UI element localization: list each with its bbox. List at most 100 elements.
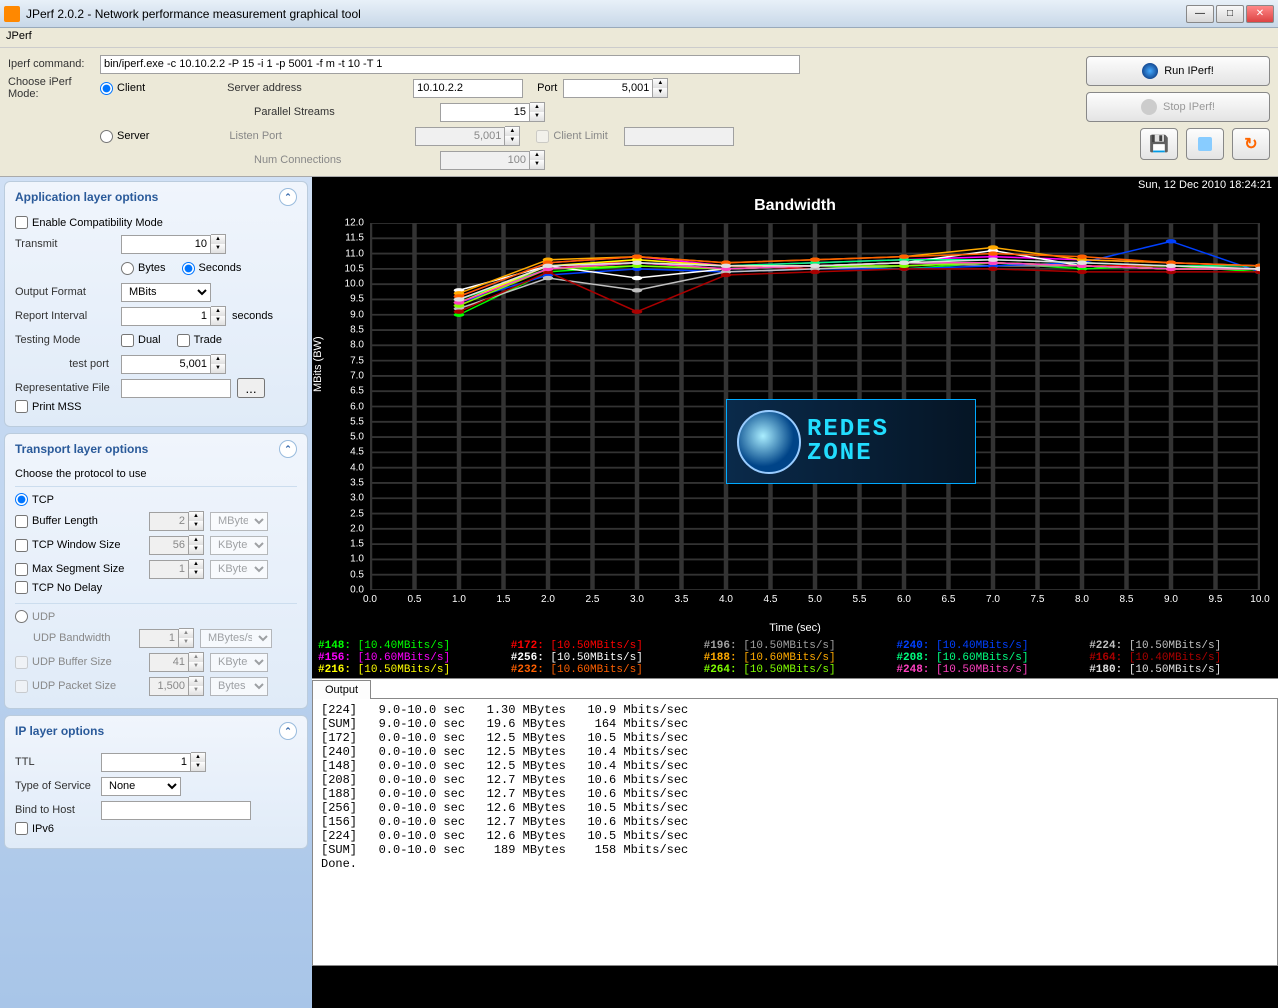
num-conn-spinner: ▲▼ — [530, 150, 545, 170]
port-input[interactable] — [563, 79, 653, 98]
ttl-label: TTL — [15, 756, 95, 768]
report-interval-label: Report Interval — [15, 310, 115, 322]
compat-mode-check[interactable]: Enable Compatibility Mode — [15, 216, 163, 229]
parallel-spinner[interactable]: ▲▼ — [530, 102, 545, 122]
port-spinner[interactable]: ▲▼ — [653, 78, 668, 98]
output-panel: Output [224] 9.0-10.0 sec 1.30 MBytes 10… — [312, 678, 1278, 966]
floppy-icon: 💾 — [1149, 134, 1169, 154]
parallel-streams-input[interactable] — [440, 103, 530, 122]
seconds-radio[interactable]: Seconds — [182, 262, 242, 275]
bind-input[interactable] — [101, 801, 251, 820]
collapse-icon[interactable]: ⌃ — [279, 188, 297, 206]
report-interval-unit: seconds — [232, 310, 273, 322]
output-tab[interactable]: Output — [312, 680, 371, 699]
run-icon — [1142, 63, 1158, 79]
maximize-button[interactable]: □ — [1216, 5, 1244, 23]
output-text[interactable]: [224] 9.0-10.0 sec 1.30 MBytes 10.9 Mbit… — [312, 698, 1278, 966]
mss-unit: KBytes — [210, 560, 268, 579]
server-address-label: Server address — [227, 82, 407, 94]
tcp-window-check[interactable]: TCP Window Size — [15, 539, 133, 552]
udp-packet-input — [149, 677, 189, 696]
udp-radio[interactable]: UDP — [15, 610, 55, 623]
config-area: Iperf command: Choose iPerf Mode: Client… — [0, 48, 1278, 177]
testport-spinner[interactable]: ▲▼ — [211, 354, 226, 374]
testing-mode-label: Testing Mode — [15, 334, 115, 346]
tcp-window-input — [149, 536, 189, 555]
port-label: Port — [537, 82, 557, 94]
bytes-radio[interactable]: Bytes — [121, 262, 166, 275]
clear-icon-button[interactable] — [1186, 128, 1224, 160]
window-title: JPerf 2.0.2 - Network performance measur… — [26, 7, 1186, 21]
stop-iperf-button[interactable]: Stop IPerf! — [1086, 92, 1270, 122]
menu-bar[interactable]: JPerf — [0, 28, 1278, 48]
output-format-select[interactable]: MBits — [121, 283, 211, 302]
print-mss-check[interactable]: Print MSS — [15, 400, 82, 413]
mss-input — [149, 560, 189, 579]
refresh-icon-button[interactable]: ↻ — [1232, 128, 1270, 160]
mss-check[interactable]: Max Segment Size — [15, 563, 133, 576]
report-interval-input[interactable] — [121, 307, 211, 326]
repfile-label: Representative File — [15, 382, 115, 394]
transmit-spinner[interactable]: ▲▼ — [211, 234, 226, 254]
collapse-icon[interactable]: ⌃ — [279, 440, 297, 458]
trade-check[interactable]: Trade — [177, 334, 222, 347]
server-radio[interactable]: Server — [100, 130, 149, 143]
buffer-length-check[interactable]: Buffer Length — [15, 515, 133, 528]
client-radio[interactable]: Client — [100, 82, 145, 95]
x-axis-label: Time (sec) — [769, 622, 821, 634]
udp-buffer-check: UDP Buffer Size — [15, 656, 133, 669]
stop-icon — [1141, 99, 1157, 115]
udp-packet-unit: Bytes — [210, 677, 268, 696]
tcp-radio[interactable]: TCP — [15, 493, 54, 506]
udp-bw-input — [139, 629, 179, 648]
ttl-input[interactable] — [101, 753, 191, 772]
num-connections-label: Num Connections — [254, 154, 434, 166]
repfile-browse-button[interactable]: ... — [237, 378, 265, 398]
tos-select[interactable]: None — [101, 777, 181, 796]
window-titlebar: JPerf 2.0.2 - Network performance measur… — [0, 0, 1278, 28]
ip-layer-panel: IP layer options⌃ TTL ▲▼ Type of Service… — [4, 715, 308, 849]
content-area: Sun, 12 Dec 2010 18:24:21 Bandwidth MBit… — [312, 177, 1278, 1008]
udp-buffer-input — [149, 653, 189, 672]
bandwidth-chart: Bandwidth MBits (BW) 0.00.51.01.52.02.53… — [312, 193, 1278, 638]
ttl-spinner[interactable]: ▲▼ — [191, 752, 206, 772]
refresh-icon: ↻ — [1244, 134, 1257, 154]
close-button[interactable]: ✕ — [1246, 5, 1274, 23]
udp-buffer-unit: KBytes — [210, 653, 268, 672]
iperf-command-input[interactable] — [100, 55, 800, 74]
watermark-logo: REDESZONE — [726, 399, 976, 484]
tcp-nodelay-check[interactable]: TCP No Delay — [15, 581, 102, 594]
listen-port-spinner: ▲▼ — [505, 126, 520, 146]
udp-bw-label: UDP Bandwidth — [15, 632, 133, 644]
run-iperf-button[interactable]: Run IPerf! — [1086, 56, 1270, 86]
ipv6-check[interactable]: IPv6 — [15, 822, 54, 835]
timestamp-label: Sun, 12 Dec 2010 18:24:21 — [312, 177, 1278, 193]
ip-layer-header[interactable]: IP layer options⌃ — [5, 716, 307, 746]
client-limit-check: Client Limit — [536, 130, 607, 143]
testport-label: test port — [15, 358, 115, 370]
minimize-button[interactable]: — — [1186, 5, 1214, 23]
listen-port-input — [415, 127, 505, 146]
repfile-input[interactable] — [121, 379, 231, 398]
testport-input[interactable] — [121, 355, 211, 374]
save-icon-button[interactable]: 💾 — [1140, 128, 1178, 160]
chart-title: Bandwidth — [312, 193, 1278, 219]
parallel-streams-label: Parallel Streams — [254, 106, 434, 118]
transmit-input[interactable] — [121, 235, 211, 254]
num-connections-input — [440, 151, 530, 170]
report-spinner[interactable]: ▲▼ — [211, 306, 226, 326]
protocol-choose-label: Choose the protocol to use — [15, 468, 297, 480]
chart-legend: #148: [10.40MBits/s]#172: [10.50MBits/s]… — [312, 638, 1278, 678]
dual-check[interactable]: Dual — [121, 334, 161, 347]
app-icon — [4, 6, 20, 22]
udp-packet-check: UDP Packet Size — [15, 680, 133, 693]
tos-label: Type of Service — [15, 780, 95, 792]
transport-layer-panel: Transport layer options⌃ Choose the prot… — [4, 433, 308, 709]
collapse-icon[interactable]: ⌃ — [279, 722, 297, 740]
buffer-length-unit: MBytes — [210, 512, 268, 531]
iperf-command-label: Iperf command: — [8, 58, 94, 70]
transport-layer-header[interactable]: Transport layer options⌃ — [5, 434, 307, 464]
eraser-icon — [1198, 137, 1212, 151]
app-layer-header[interactable]: Application layer options⌃ — [5, 182, 307, 212]
server-address-input[interactable] — [413, 79, 523, 98]
